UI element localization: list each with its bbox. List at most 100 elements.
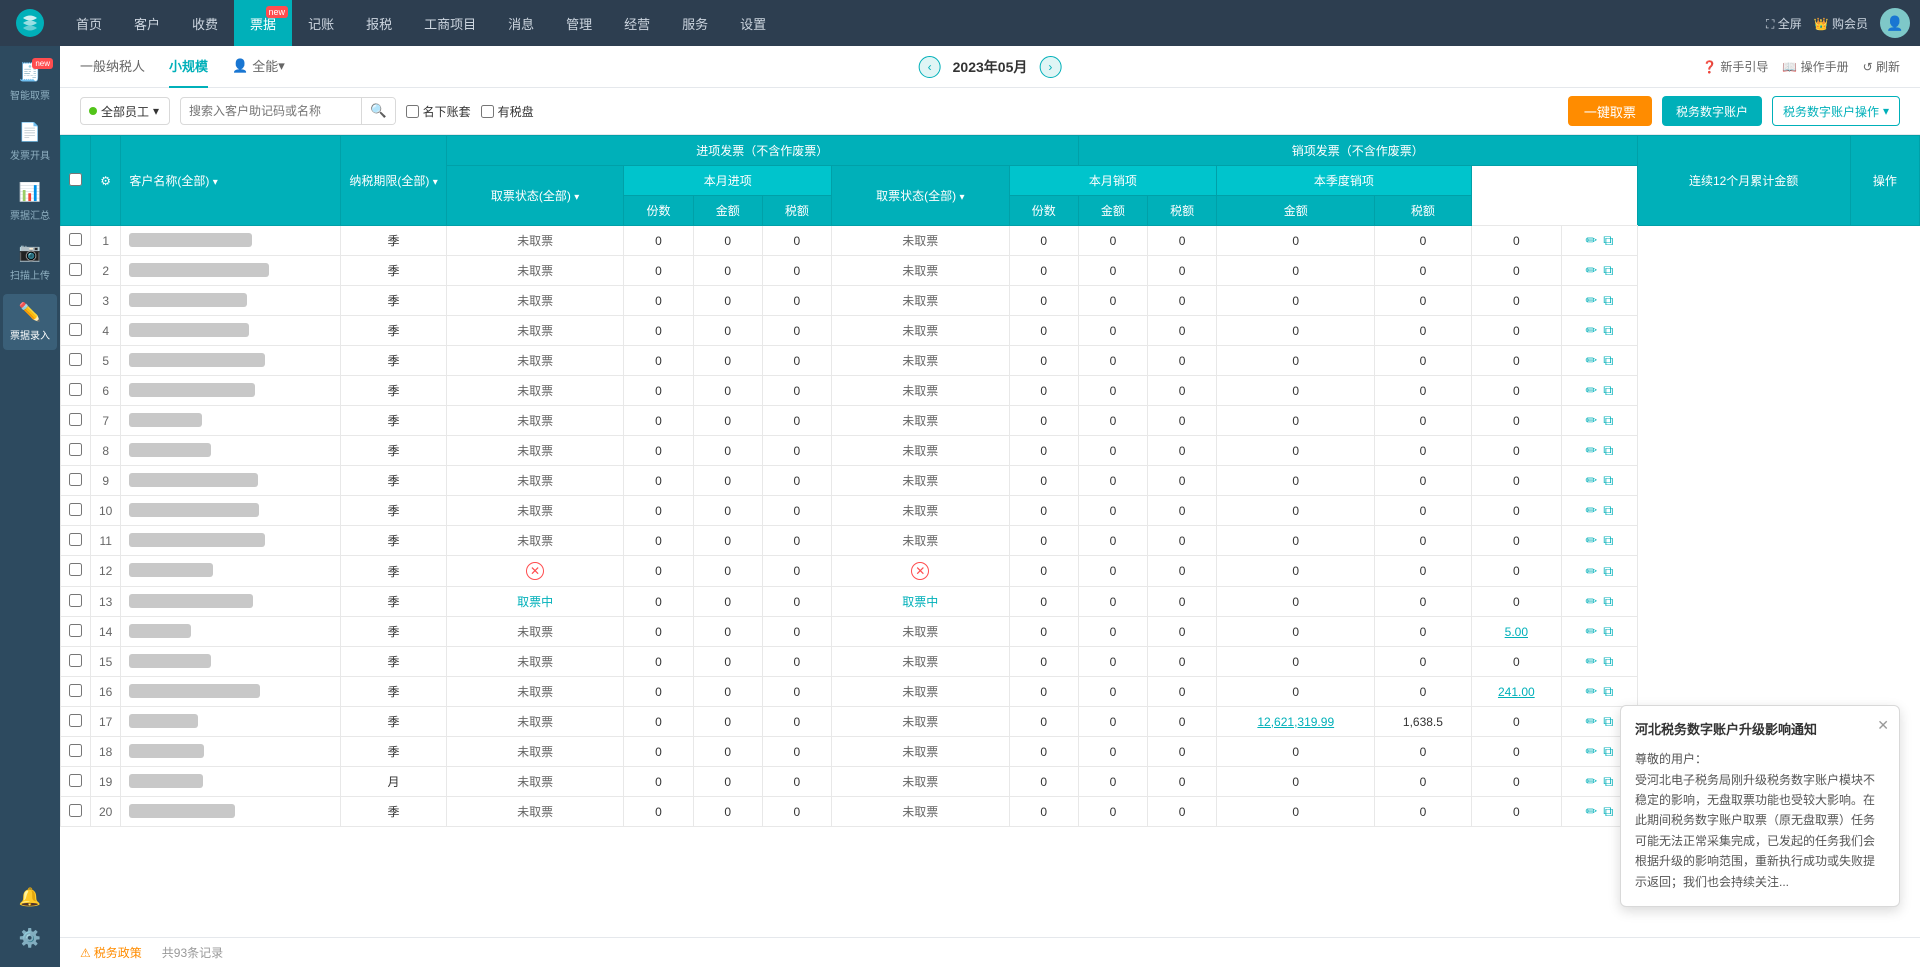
row-checkbox[interactable]: [69, 774, 82, 787]
row-checkbox[interactable]: [69, 443, 82, 456]
sidebar-item-scan[interactable]: 📷 扫描上传: [3, 234, 57, 290]
copy-icon[interactable]: ⧉: [1603, 292, 1613, 309]
row-checkbox[interactable]: [69, 353, 82, 366]
sidebar-item-notify[interactable]: 🔔: [3, 879, 57, 916]
select-all-checkbox[interactable]: [69, 173, 82, 186]
tab-general-taxpayer[interactable]: 一般纳税人: [80, 46, 145, 88]
copy-icon[interactable]: ⧉: [1603, 803, 1613, 820]
row-checkbox[interactable]: [69, 654, 82, 667]
checkbox-has-taxdisk[interactable]: 有税盘: [481, 103, 534, 120]
nav-operation[interactable]: 经营: [608, 0, 666, 46]
tax-account-btn[interactable]: 税务数字账户: [1662, 96, 1762, 126]
employee-select[interactable]: 全部员工 ▾: [80, 97, 170, 125]
avatar[interactable]: 👤: [1880, 8, 1910, 38]
fullscreen-btn[interactable]: ⛶ 全屏: [1766, 15, 1802, 32]
tax-action-btn[interactable]: 税务数字账户操作 ▾: [1772, 96, 1900, 126]
quarter-amount[interactable]: 12,621,319.99: [1257, 715, 1334, 729]
sidebar-item-smart-ticket[interactable]: 🧾 智能取票 new: [3, 54, 57, 110]
copy-icon[interactable]: ⧉: [1603, 262, 1613, 279]
row-checkbox[interactable]: [69, 503, 82, 516]
guide-btn[interactable]: ❓ 新手引导: [1702, 58, 1768, 75]
has-taxdisk-checkbox[interactable]: [481, 105, 494, 118]
acc12-amount[interactable]: 241.00: [1498, 685, 1535, 699]
copy-icon[interactable]: ⧉: [1603, 563, 1613, 580]
edit-icon[interactable]: ✏: [1585, 563, 1597, 580]
nav-tax[interactable]: 报税: [350, 0, 408, 46]
edit-icon[interactable]: ✏: [1585, 803, 1597, 820]
member-btn[interactable]: 👑 购会员: [1814, 15, 1868, 32]
edit-icon[interactable]: ✏: [1585, 683, 1597, 700]
nav-manage[interactable]: 管理: [550, 0, 608, 46]
nav-bookkeeping[interactable]: 记账: [292, 0, 350, 46]
search-button[interactable]: 🔍: [361, 97, 395, 125]
nav-commerce[interactable]: 工商项目: [408, 0, 492, 46]
copy-icon[interactable]: ⧉: [1603, 593, 1613, 610]
sidebar-item-config[interactable]: ⚙️: [3, 920, 57, 957]
nav-customer[interactable]: 客户: [118, 0, 176, 46]
edit-icon[interactable]: ✏: [1585, 292, 1597, 309]
copy-icon[interactable]: ⧉: [1603, 532, 1613, 549]
nav-settings[interactable]: 设置: [724, 0, 782, 46]
edit-icon[interactable]: ✏: [1585, 502, 1597, 519]
nav-message[interactable]: 消息: [492, 0, 550, 46]
copy-icon[interactable]: ⧉: [1603, 352, 1613, 369]
copy-icon[interactable]: ⧉: [1603, 773, 1613, 790]
copy-icon[interactable]: ⧉: [1603, 623, 1613, 640]
row-checkbox[interactable]: [69, 624, 82, 637]
edit-icon[interactable]: ✏: [1585, 262, 1597, 279]
row-checkbox[interactable]: [69, 233, 82, 246]
tax-policy-link[interactable]: ⚠ 税务政策: [80, 944, 142, 961]
edit-icon[interactable]: ✏: [1585, 322, 1597, 339]
edit-icon[interactable]: ✏: [1585, 623, 1597, 640]
row-checkbox[interactable]: [69, 563, 82, 576]
nav-home[interactable]: 首页: [60, 0, 118, 46]
edit-icon[interactable]: ✏: [1585, 593, 1597, 610]
edit-icon[interactable]: ✏: [1585, 743, 1597, 760]
my-accounts-checkbox[interactable]: [406, 105, 419, 118]
row-checkbox[interactable]: [69, 323, 82, 336]
notification-close-btn[interactable]: ✕: [1877, 714, 1889, 736]
row-checkbox[interactable]: [69, 413, 82, 426]
prev-month-btn[interactable]: ‹: [919, 56, 941, 78]
nav-ticket[interactable]: 票据 new: [234, 0, 292, 46]
row-checkbox[interactable]: [69, 383, 82, 396]
acc12-amount[interactable]: 5.00: [1505, 625, 1528, 639]
row-checkbox[interactable]: [69, 293, 82, 306]
copy-icon[interactable]: ⧉: [1603, 442, 1613, 459]
row-checkbox[interactable]: [69, 263, 82, 276]
copy-icon[interactable]: ⧉: [1603, 683, 1613, 700]
edit-icon[interactable]: ✏: [1585, 232, 1597, 249]
row-checkbox[interactable]: [69, 473, 82, 486]
tab-small-scale[interactable]: 小规模: [169, 46, 208, 88]
nav-fee[interactable]: 收费: [176, 0, 234, 46]
row-checkbox[interactable]: [69, 684, 82, 697]
edit-icon[interactable]: ✏: [1585, 412, 1597, 429]
copy-icon[interactable]: ⧉: [1603, 412, 1613, 429]
sidebar-item-summary[interactable]: 📊 票据汇总: [3, 174, 57, 230]
copy-icon[interactable]: ⧉: [1603, 472, 1613, 489]
quick-get-btn[interactable]: 一键取票: [1568, 96, 1652, 126]
manual-btn[interactable]: 📖 操作手册: [1782, 58, 1848, 75]
search-input[interactable]: [181, 104, 361, 118]
edit-icon[interactable]: ✏: [1585, 472, 1597, 489]
edit-icon[interactable]: ✏: [1585, 653, 1597, 670]
next-month-btn[interactable]: ›: [1039, 56, 1061, 78]
copy-icon[interactable]: ⧉: [1603, 743, 1613, 760]
row-checkbox[interactable]: [69, 533, 82, 546]
edit-icon[interactable]: ✏: [1585, 352, 1597, 369]
edit-icon[interactable]: ✏: [1585, 442, 1597, 459]
copy-icon[interactable]: ⧉: [1603, 653, 1613, 670]
sidebar-item-invoice[interactable]: 📄 发票开具: [3, 114, 57, 170]
copy-icon[interactable]: ⧉: [1603, 232, 1613, 249]
refresh-btn[interactable]: ↺ 刷新: [1863, 58, 1900, 75]
nav-service[interactable]: 服务: [666, 0, 724, 46]
copy-icon[interactable]: ⧉: [1603, 382, 1613, 399]
row-checkbox[interactable]: [69, 594, 82, 607]
edit-icon[interactable]: ✏: [1585, 713, 1597, 730]
tab-all[interactable]: 👤 全能: [232, 46, 285, 88]
checkbox-my-accounts[interactable]: 名下账套: [406, 103, 471, 120]
edit-icon[interactable]: ✏: [1585, 773, 1597, 790]
copy-icon[interactable]: ⧉: [1603, 713, 1613, 730]
copy-icon[interactable]: ⧉: [1603, 502, 1613, 519]
edit-icon[interactable]: ✏: [1585, 382, 1597, 399]
